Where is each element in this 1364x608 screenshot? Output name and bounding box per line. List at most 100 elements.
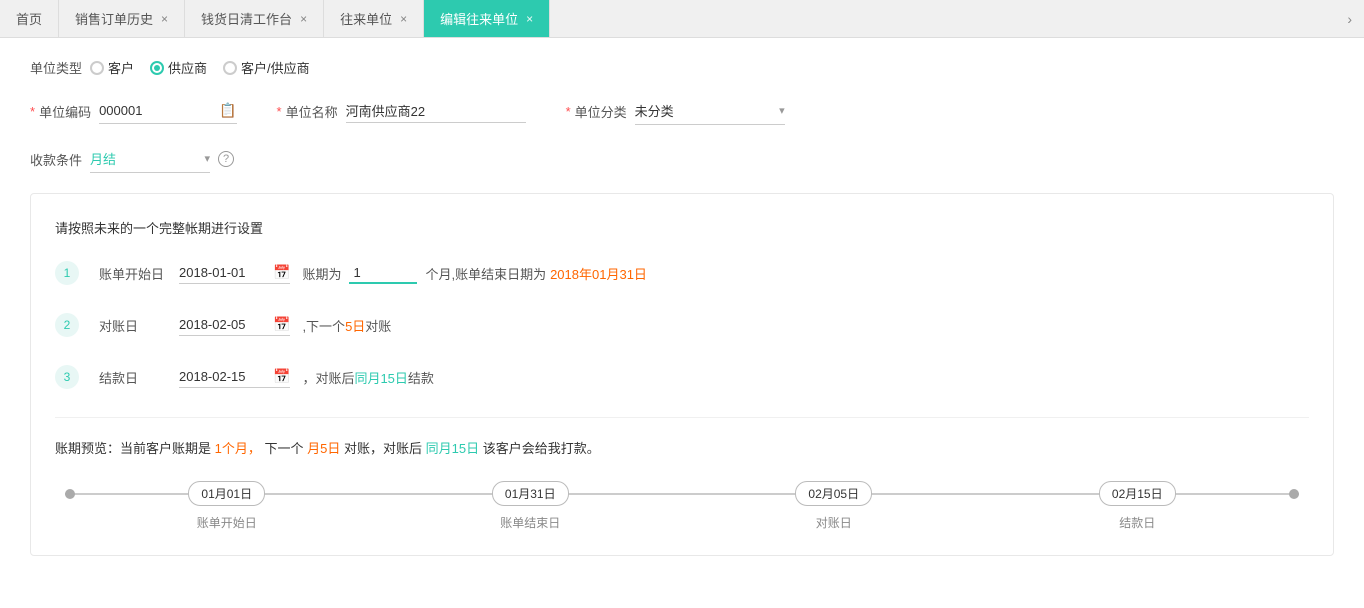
timeline-end-dot (1289, 489, 1299, 499)
step-2-num: 2 (55, 313, 79, 337)
step-2-date-input[interactable] (179, 317, 269, 332)
timeline-label-3: 对账日 (816, 514, 852, 531)
timeline-label-1: 账单开始日 (197, 514, 257, 531)
unit-code-star: * (30, 104, 35, 119)
payment-terms-row: 收款条件 月结 ▾ ? (30, 145, 1334, 173)
tab-scroll-arrow[interactable]: › (1335, 11, 1364, 27)
payment-terms-value: 月结 (90, 149, 196, 168)
radio-both-circle (223, 61, 237, 75)
step-3-num: 3 (55, 365, 79, 389)
step-2-calendar-icon[interactable]: 📅 (273, 316, 290, 333)
unit-name-label: 单位名称 (286, 102, 338, 121)
step-2-desc-pre: ,下一个 (302, 316, 345, 335)
step-1-period-suffix: 个月,账单结束日期为 (425, 264, 546, 283)
step-2-row: 2 对账日 📅 ,下一个 5日 对账 (55, 313, 1309, 337)
timeline-pill-3: 02月05日 (795, 481, 872, 506)
step-3-calendar-icon[interactable]: 📅 (273, 368, 290, 385)
unit-type-group: 单位类型 客户 供应商 客户/供应商 (30, 58, 310, 77)
step-2-desc-post: 对账 (365, 316, 391, 335)
tab-partner[interactable]: 往来单位 × (324, 0, 424, 37)
radio-supplier-circle (150, 61, 164, 75)
unit-code-input[interactable] (99, 103, 219, 118)
timeline-pill-2: 01月31日 (492, 481, 569, 506)
tab-bar: 首页 销售订单历史 × 钱货日清工作台 × 往来单位 × 编辑往来单位 × › (0, 0, 1364, 38)
payment-terms-group: 收款条件 月结 ▾ ? (30, 145, 234, 173)
unit-code-field: 📋 (99, 98, 236, 124)
unit-category-group: * 单位分类 未分类 ▾ (566, 97, 785, 125)
radio-customer[interactable]: 客户 (90, 58, 134, 77)
step-1-calendar-icon[interactable]: 📅 (273, 264, 290, 281)
unit-name-star: * (277, 104, 282, 119)
radio-customer-circle (90, 61, 104, 75)
settings-card: 请按照未来的一个完整帐期进行设置 1 账单开始日 📅 账期为 个月,账单结束日期… (30, 193, 1334, 556)
tab-sales[interactable]: 销售订单历史 × (59, 0, 185, 37)
step-2-desc-orange: 5日 (345, 316, 365, 335)
payment-terms-dropdown[interactable]: 月结 ▾ (90, 145, 210, 173)
tab-editpartner-close[interactable]: × (526, 12, 533, 26)
unit-name-input[interactable] (346, 99, 526, 123)
step-1-period-input[interactable] (353, 265, 413, 280)
unit-category-dropdown[interactable]: 未分类 ▾ (635, 97, 785, 125)
tab-editpartner[interactable]: 编辑往来单位 × (424, 0, 550, 37)
tab-sales-close[interactable]: × (161, 12, 168, 26)
tab-sales-label: 销售订单历史 (75, 9, 153, 28)
step-1-num: 1 (55, 261, 79, 285)
unit-name-group: * 单位名称 (277, 99, 526, 123)
step-3-label: 结款日 (99, 368, 179, 387)
preview-part3-teal: 同月15日 (426, 441, 479, 456)
unit-info-row: * 单位编码 📋 * 单位名称 * 单位分类 未分类 ▾ (30, 97, 1334, 125)
radio-customer-label: 客户 (108, 58, 134, 77)
radio-both-label: 客户/供应商 (241, 58, 310, 77)
step-1-period-field (349, 263, 417, 284)
step-1-date-field: 📅 (179, 262, 290, 284)
page-content: 单位类型 客户 供应商 客户/供应商 * 单位编码 (0, 38, 1364, 608)
tab-home-label: 首页 (16, 9, 42, 28)
radio-supplier-label: 供应商 (168, 58, 207, 77)
preview-part2-orange: 月5日 (307, 441, 340, 456)
unit-category-star: * (566, 104, 571, 119)
preview-part2-post: 对账，对账后 (344, 441, 422, 456)
step-3-desc-pre: ，对账后 (302, 368, 354, 387)
unit-type-row: 单位类型 客户 供应商 客户/供应商 (30, 58, 1334, 77)
card-title: 请按照未来的一个完整帐期进行设置 (55, 218, 1309, 237)
tab-cashwork-label: 钱货日清工作台 (201, 9, 292, 28)
step-1-period-label: 账期为 (302, 264, 341, 283)
timeline-pill-4: 02月15日 (1099, 481, 1176, 506)
tab-editpartner-label: 编辑往来单位 (440, 9, 518, 28)
preview-label: 账期预览：当前客户账期是 (55, 441, 211, 456)
timeline-node-4: 02月15日 结款日 (986, 481, 1290, 531)
radio-supplier[interactable]: 供应商 (150, 58, 207, 77)
preview-section: 账期预览：当前客户账期是 1个月， 下一个 月5日 对账，对账后 同月15日 该… (55, 417, 1309, 531)
copy-icon[interactable]: 📋 (219, 102, 236, 119)
payment-terms-arrow: ▾ (204, 152, 210, 165)
timeline-node-2: 01月31日 账单结束日 (379, 481, 683, 531)
timeline-start-dot (65, 489, 75, 499)
step-2-date-field: 📅 (179, 314, 290, 336)
timeline-pill-1: 01月01日 (188, 481, 265, 506)
step-3-desc-teal: 同月15日 (354, 368, 407, 387)
tab-partner-close[interactable]: × (400, 12, 407, 26)
step-1-row: 1 账单开始日 📅 账期为 个月,账单结束日期为 2018年01月31日 (55, 261, 1309, 285)
radio-both[interactable]: 客户/供应商 (223, 58, 310, 77)
timeline: 01月01日 账单开始日 01月31日 账单结束日 02月05日 对账日 02月… (55, 481, 1309, 531)
unit-category-value: 未分类 (635, 101, 771, 120)
help-icon[interactable]: ? (218, 151, 234, 167)
step-1-date-input[interactable] (179, 265, 269, 280)
preview-part1: 1个月， (215, 441, 261, 456)
timeline-label-4: 结款日 (1119, 514, 1155, 531)
tab-home[interactable]: 首页 (0, 0, 59, 37)
unit-code-label: 单位编码 (39, 102, 91, 121)
timeline-node-1: 01月01日 账单开始日 (75, 481, 379, 531)
unit-category-arrow: ▾ (779, 104, 785, 117)
step-1-label: 账单开始日 (99, 264, 179, 283)
timeline-node-3: 02月05日 对账日 (682, 481, 986, 531)
tab-cashwork[interactable]: 钱货日清工作台 × (185, 0, 324, 37)
step-3-date-field: 📅 (179, 366, 290, 388)
step-1-period-end: 2018年01月31日 (550, 264, 647, 283)
preview-part2-pre: 下一个 (265, 441, 304, 456)
step-2-label: 对账日 (99, 316, 179, 335)
step-3-date-input[interactable] (179, 369, 269, 384)
step-3-row: 3 结款日 📅 ，对账后 同月15日 结款 (55, 365, 1309, 389)
step-3-desc-post: 结款 (408, 368, 434, 387)
tab-cashwork-close[interactable]: × (300, 12, 307, 26)
